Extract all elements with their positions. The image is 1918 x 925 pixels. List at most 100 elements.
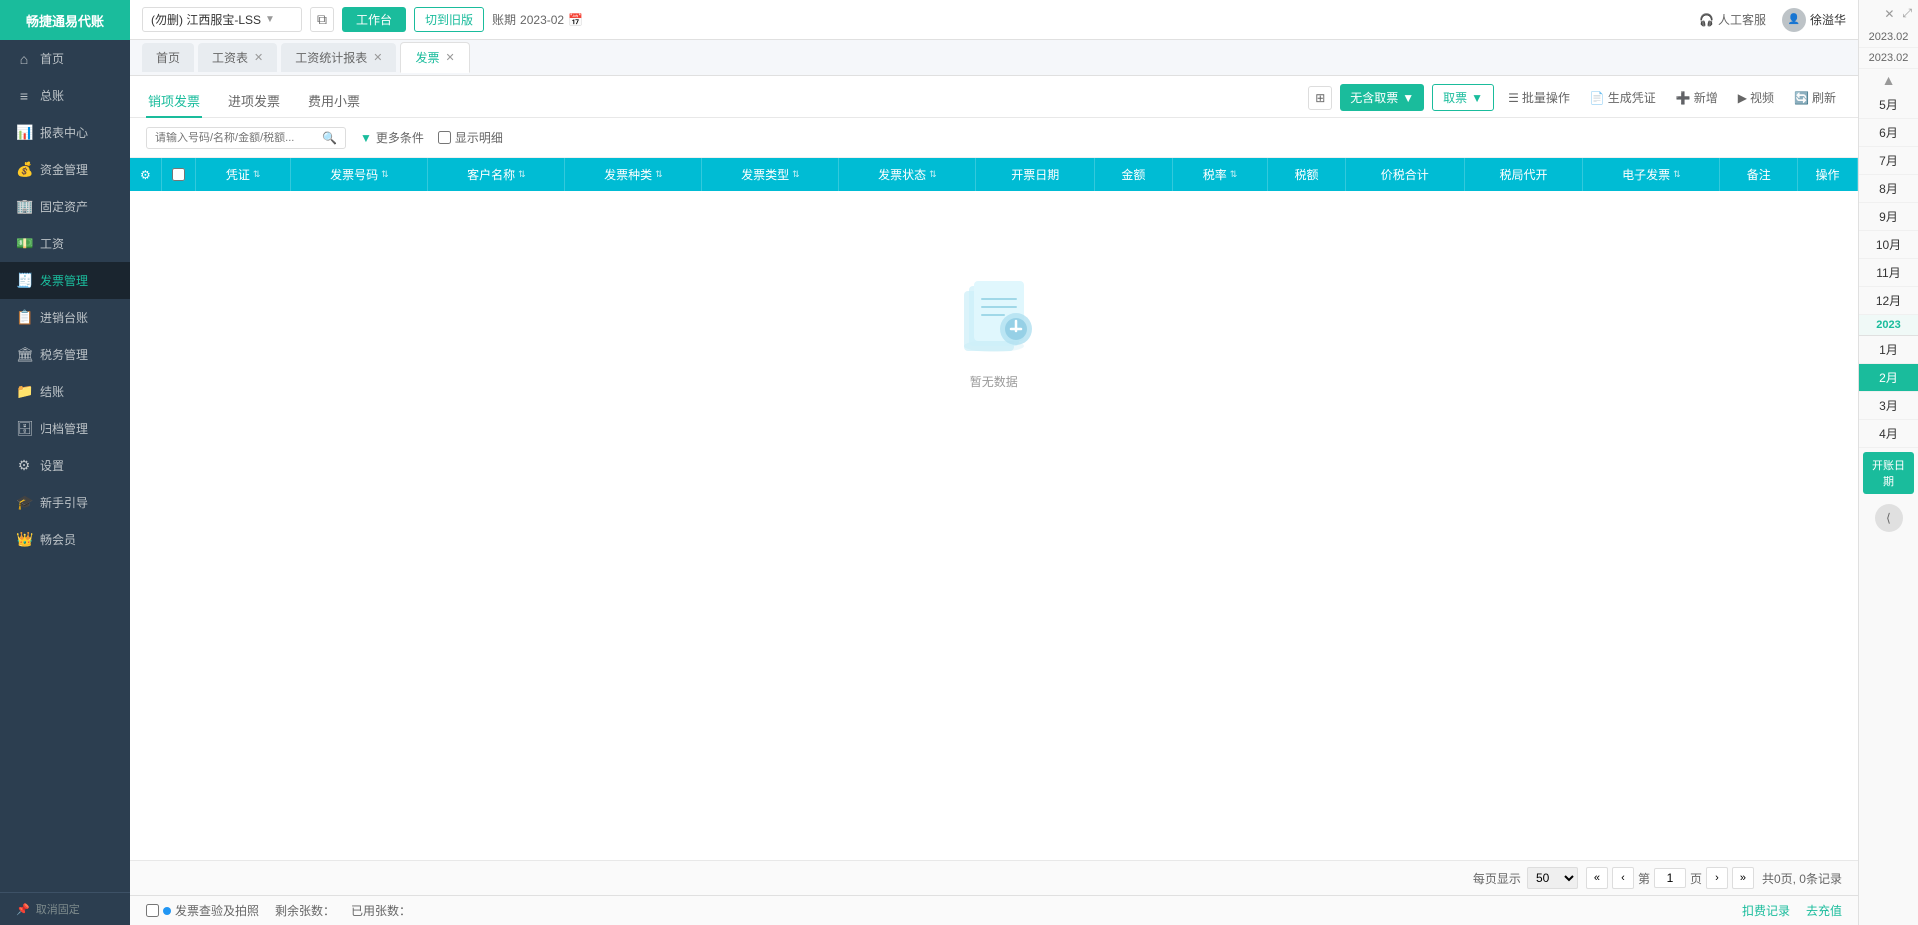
ledger-icon: ≡ bbox=[16, 88, 32, 104]
user-info[interactable]: 👤 徐溢华 bbox=[1782, 8, 1846, 32]
show-detail-checkbox[interactable] bbox=[438, 131, 451, 144]
sort-status-icon[interactable]: ⇅ bbox=[929, 169, 937, 180]
filter-toolbar: 🔍 ▼ 更多条件 显示明细 bbox=[130, 118, 1858, 158]
col-checkbox[interactable] bbox=[161, 158, 195, 191]
sort-customer-icon[interactable]: ⇅ bbox=[518, 169, 526, 180]
copy-button[interactable]: ⧉ bbox=[310, 7, 334, 32]
deduction-link[interactable]: 扣费记录 bbox=[1742, 902, 1790, 919]
sidebar-item-settings[interactable]: ⚙ 设置 bbox=[0, 447, 130, 484]
month-2-active[interactable]: 2月 bbox=[1859, 364, 1918, 392]
sidebar-pin-btn[interactable]: 📌 取消固定 bbox=[0, 892, 130, 925]
company-selector[interactable]: (勿删) 江西服宝-LSS ▼ bbox=[142, 7, 302, 32]
period-value: 2023-02 bbox=[520, 13, 564, 27]
month-7[interactable]: 7月 bbox=[1859, 147, 1918, 175]
sidebar-item-assets[interactable]: 🏢 固定资产 bbox=[0, 188, 130, 225]
sidebar-item-close[interactable]: 📁 结账 bbox=[0, 373, 130, 410]
month-12[interactable]: 12月 bbox=[1859, 287, 1918, 315]
header-right: 🎧 人工客服 👤 徐溢华 bbox=[1699, 8, 1846, 32]
table-footer: 每页显示 50 10 20 100 « ‹ 第 页 › » 共0页, 0条记录 bbox=[130, 860, 1858, 895]
sidebar-item-invoice[interactable]: 🧾 发票管理 bbox=[0, 262, 130, 299]
invoice-icon: 🧾 bbox=[16, 272, 32, 289]
panel-close-btn[interactable]: ✕ bbox=[1882, 4, 1896, 23]
sort-invtype-icon[interactable]: ⇅ bbox=[655, 169, 663, 180]
sort-invno-icon[interactable]: ⇅ bbox=[381, 169, 389, 180]
sidebar-item-sales[interactable]: 📋 进销台账 bbox=[0, 299, 130, 336]
tab-payroll-report[interactable]: 工资统计报表 ✕ bbox=[281, 43, 396, 72]
guide-icon: 🎓 bbox=[16, 494, 32, 511]
col-total: 价税合计 bbox=[1345, 158, 1464, 191]
tab-payroll-close[interactable]: ✕ bbox=[254, 51, 263, 64]
top-header: (勿删) 江西服宝-LSS ▼ ⧉ 工作台 切到旧版 账期 2023-02 📅 … bbox=[130, 0, 1858, 40]
invoice-check[interactable]: 发票查验及拍照 bbox=[146, 902, 259, 919]
show-detail-toggle[interactable]: 显示明细 bbox=[438, 129, 503, 146]
sidebar-item-tax[interactable]: 🏛 税务管理 bbox=[0, 336, 130, 373]
sidebar-item-ledger[interactable]: ≡ 总账 bbox=[0, 77, 130, 114]
new-btn[interactable]: ➕ 新增 bbox=[1670, 85, 1724, 110]
sort-invcat-icon[interactable]: ⇅ bbox=[792, 169, 800, 180]
month-8[interactable]: 8月 bbox=[1859, 175, 1918, 203]
recharge-link[interactable]: 去充值 bbox=[1806, 902, 1842, 919]
panel-expand-btn[interactable]: ⤢ bbox=[1900, 4, 1914, 23]
scroll-up-icon[interactable]: ▲ bbox=[1859, 69, 1918, 91]
video-btn[interactable]: ▶ 视频 bbox=[1732, 85, 1780, 110]
select-all-checkbox[interactable] bbox=[172, 168, 185, 181]
sidebar-item-label: 资金管理 bbox=[40, 161, 88, 178]
page-input[interactable] bbox=[1654, 868, 1686, 888]
settings-icon: ⚙ bbox=[16, 457, 32, 474]
empty-state: 暂无数据 bbox=[130, 191, 1858, 470]
search-input[interactable] bbox=[155, 132, 318, 144]
month-11[interactable]: 11月 bbox=[1859, 259, 1918, 287]
filter-btn[interactable]: ▼ 更多条件 bbox=[354, 126, 430, 149]
per-page-select[interactable]: 50 10 20 100 bbox=[1527, 867, 1578, 889]
month-3[interactable]: 3月 bbox=[1859, 392, 1918, 420]
invoice-check-label: 发票查验及拍照 bbox=[175, 902, 259, 919]
pin-icon: 📌 bbox=[16, 903, 30, 916]
sidebar-item-payroll[interactable]: 💵 工资 bbox=[0, 225, 130, 262]
invoice-check-checkbox[interactable] bbox=[146, 904, 159, 917]
sort-voucher-icon[interactable]: ⇅ bbox=[253, 169, 261, 180]
col-remark: 备注 bbox=[1720, 158, 1798, 191]
sort-elec-icon[interactable]: ⇅ bbox=[1673, 169, 1681, 180]
tab-payroll-report-close[interactable]: ✕ bbox=[373, 51, 382, 64]
prev-page-btn[interactable]: ‹ bbox=[1612, 867, 1634, 889]
switch-version-button[interactable]: 切到旧版 bbox=[414, 7, 484, 32]
next-page-btn[interactable]: › bbox=[1706, 867, 1728, 889]
take-btn[interactable]: 取票 ▼ bbox=[1432, 84, 1494, 111]
sub-tab-receipt[interactable]: 费用小票 bbox=[306, 85, 362, 118]
sidebar-item-reports[interactable]: 📊 报表中心 bbox=[0, 114, 130, 151]
tab-invoice-close[interactable]: ✕ bbox=[446, 51, 455, 64]
sidebar-item-archive[interactable]: 🗄 归档管理 bbox=[0, 410, 130, 447]
month-5[interactable]: 5月 bbox=[1859, 91, 1918, 119]
last-page-btn[interactable]: » bbox=[1732, 867, 1754, 889]
sidebar-item-member[interactable]: 👑 畅会员 bbox=[0, 521, 130, 558]
tab-payroll[interactable]: 工资表 ✕ bbox=[198, 43, 277, 72]
no-tax-btn[interactable]: 无含取票 ▼ bbox=[1340, 84, 1424, 111]
month-9[interactable]: 9月 bbox=[1859, 203, 1918, 231]
first-page-btn[interactable]: « bbox=[1586, 867, 1608, 889]
sidebar-item-home[interactable]: ⌂ 首页 bbox=[0, 40, 130, 77]
remain-label: 剩余张数： bbox=[275, 902, 335, 919]
refresh-btn[interactable]: 🔄 刷新 bbox=[1788, 85, 1842, 110]
collapse-panel-btn[interactable]: ⟨ bbox=[1875, 504, 1903, 532]
tab-invoice[interactable]: 发票 ✕ bbox=[400, 42, 469, 73]
tab-home[interactable]: 首页 bbox=[142, 43, 194, 72]
col-settings[interactable]: ⚙ bbox=[130, 158, 161, 191]
month-1[interactable]: 1月 bbox=[1859, 336, 1918, 364]
sub-tab-sales[interactable]: 销项发票 bbox=[146, 85, 202, 118]
month-10[interactable]: 10月 bbox=[1859, 231, 1918, 259]
grid-view-btn[interactable]: ⊞ bbox=[1308, 86, 1332, 110]
sidebar-item-label: 畅会员 bbox=[40, 531, 76, 548]
tab-payroll-label: 工资表 bbox=[212, 49, 248, 66]
gen-voucher-btn[interactable]: 📄 生成凭证 bbox=[1584, 85, 1662, 110]
sidebar-item-funds[interactable]: 💰 资金管理 bbox=[0, 151, 130, 188]
month-6[interactable]: 6月 bbox=[1859, 119, 1918, 147]
sort-taxrate-icon[interactable]: ⇅ bbox=[1230, 169, 1238, 180]
workbench-button[interactable]: 工作台 bbox=[342, 7, 406, 32]
open-date-button[interactable]: 开账日期 bbox=[1863, 452, 1914, 494]
sidebar-item-guide[interactable]: 🎓 新手引导 bbox=[0, 484, 130, 521]
batch-op-btn[interactable]: ☰ 批量操作 bbox=[1502, 85, 1576, 110]
service-link[interactable]: 🎧 人工客服 bbox=[1699, 11, 1766, 28]
month-4[interactable]: 4月 bbox=[1859, 420, 1918, 448]
member-icon: 👑 bbox=[16, 531, 32, 548]
sub-tab-purchase[interactable]: 进项发票 bbox=[226, 85, 282, 118]
